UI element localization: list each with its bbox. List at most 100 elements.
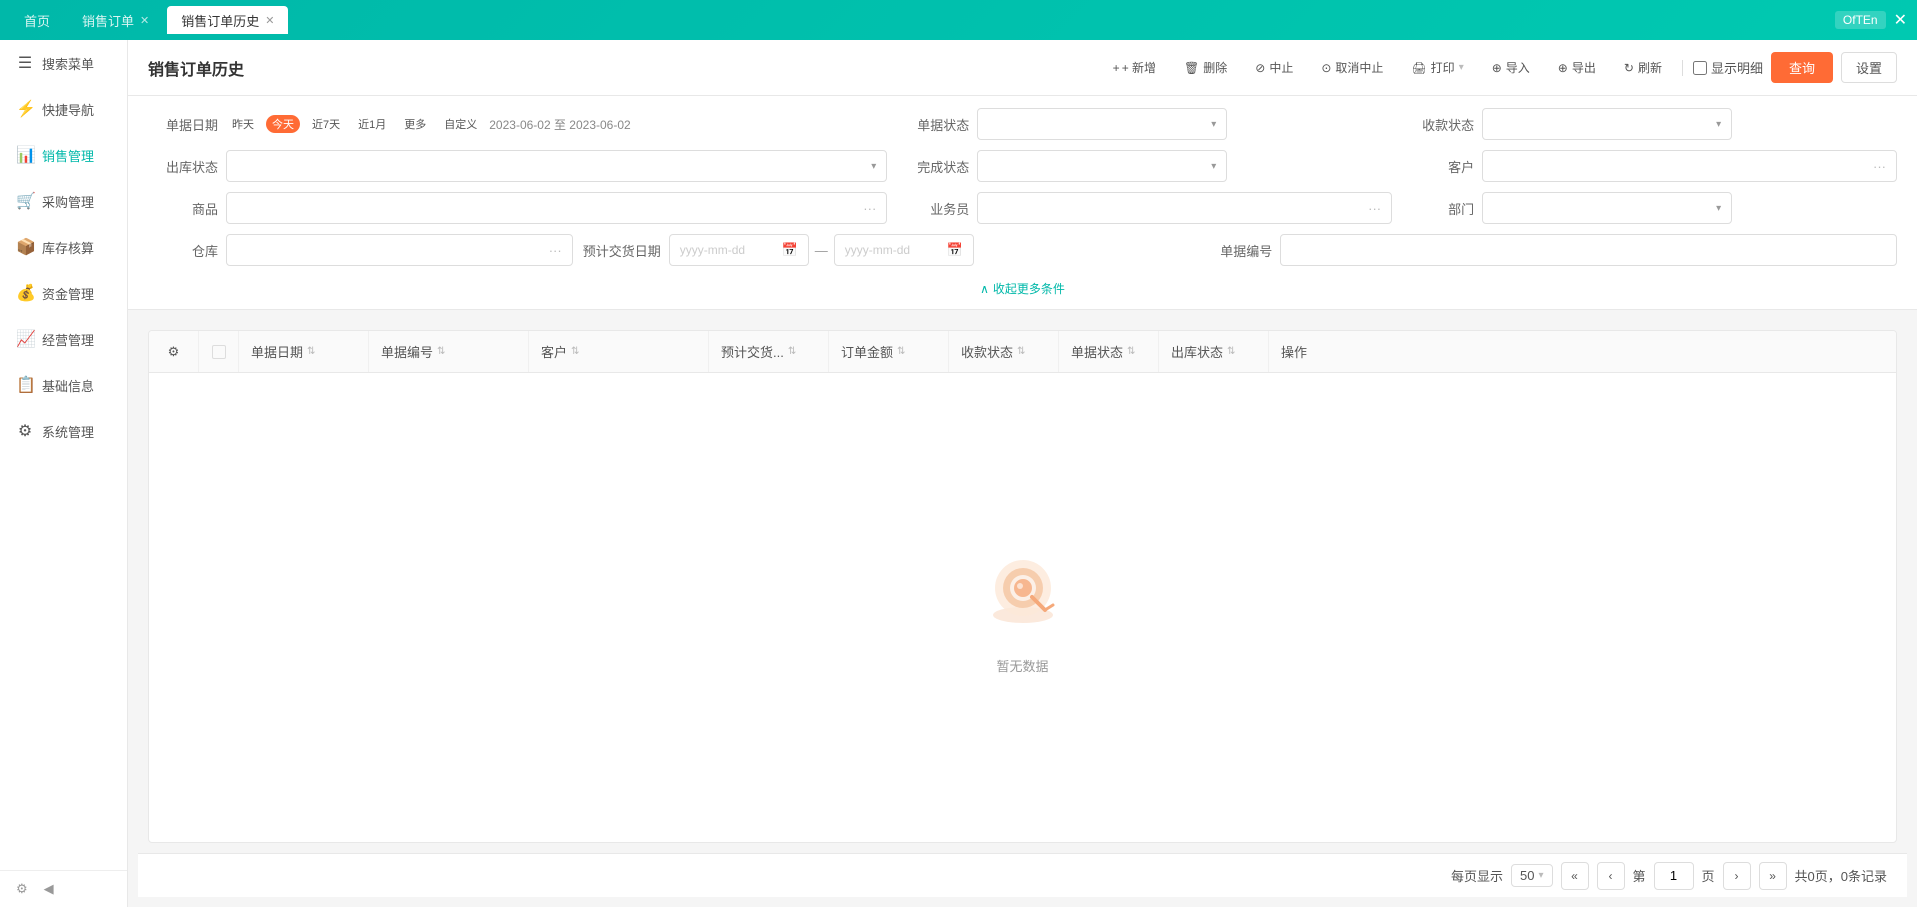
sidebar-item-search[interactable]: ☰ 搜索菜单 (0, 40, 127, 86)
tab-sales-order[interactable]: 销售订单 ✕ (68, 6, 163, 34)
page-unit: 页 (1702, 866, 1715, 885)
product-input[interactable]: ··· (226, 192, 887, 224)
sidebar-settings-icon[interactable]: ⚙ (16, 881, 28, 897)
date-today[interactable]: 今天 (266, 115, 300, 133)
dept-select[interactable]: ▾ (1482, 192, 1732, 224)
last-page-button[interactable]: » (1759, 862, 1787, 890)
top-bar-right: OfTEn ✕ (1835, 10, 1907, 30)
receipt-status-label: 收款状态 (1404, 115, 1474, 134)
th-bill-status: 单据状态 ⇅ (1059, 331, 1159, 372)
receipt-status-select[interactable]: ▾ (1482, 108, 1732, 140)
salesman-input[interactable]: ··· (977, 192, 1392, 224)
tab-home[interactable]: 首页 (10, 6, 64, 34)
sort-date-icon[interactable]: ⇅ (307, 346, 315, 357)
show-detail-checkbox[interactable] (1693, 61, 1707, 75)
sort-delivery-icon[interactable]: ⇅ (788, 346, 796, 357)
sidebar-item-purchase[interactable]: 🛒 采购管理 (0, 178, 127, 224)
prev-page-button[interactable]: ‹ (1597, 862, 1625, 890)
date-range-text: 2023-06-02 至 2023-06-02 (489, 116, 630, 133)
sidebar-item-quick-nav[interactable]: ⚡ 快捷导航 (0, 86, 127, 132)
window-close-icon[interactable]: ✕ (1894, 10, 1907, 30)
table-checkbox-all[interactable] (199, 331, 239, 372)
page-size-select[interactable]: 50 ▾ (1511, 864, 1553, 887)
purchase-icon: 🛒 (16, 191, 34, 211)
sort-customer-icon[interactable]: ⇅ (571, 346, 579, 357)
order-no-label: 单据编号 (1202, 241, 1272, 260)
date-options: 昨天 今天 近7天 近1月 更多 自定义 2023-06-02 至 2023-0… (226, 115, 887, 133)
settings-button[interactable]: 设置 (1841, 52, 1897, 83)
customer-input[interactable]: ··· (1482, 150, 1897, 182)
date-yesterday[interactable]: 昨天 (226, 115, 260, 133)
add-icon: + (1113, 61, 1120, 75)
page-number-input[interactable] (1654, 862, 1694, 890)
stock-status-select[interactable]: ▾ (226, 150, 887, 182)
stop-button[interactable]: ⊘ 中止 (1245, 54, 1303, 81)
new-button[interactable]: + + 新增 (1103, 54, 1166, 81)
sidebar-item-finance[interactable]: 💰 资金管理 (0, 270, 127, 316)
date-7days[interactable]: 近7天 (306, 115, 346, 133)
date-more[interactable]: 更多 (398, 115, 432, 133)
delete-icon: 🗑 (1184, 61, 1199, 75)
stock-status-label: 出库状态 (148, 157, 218, 176)
date-separator: — (815, 243, 828, 258)
sidebar-item-system[interactable]: ⚙ 系统管理 (0, 408, 127, 454)
warehouse-input[interactable]: ··· (226, 234, 573, 266)
print-button[interactable]: 🖨 打印 ▾ (1401, 54, 1473, 81)
dept-chevron: ▾ (1716, 203, 1721, 214)
filter-area: 单据日期 昨天 今天 近7天 近1月 更多 自定义 2023-06-02 至 2… (128, 96, 1917, 310)
import-icon: ⊕ (1492, 61, 1502, 75)
collapse-button[interactable]: ∧ 收起更多条件 (980, 280, 1065, 297)
bill-status-label: 单据状态 (899, 115, 969, 134)
sort-amount-icon[interactable]: ⇅ (897, 346, 905, 357)
delivery-date-start[interactable]: yyyy-mm-dd 📅 (669, 234, 809, 266)
sidebar-item-basic-info[interactable]: 📋 基础信息 (0, 362, 127, 408)
first-page-button[interactable]: « (1561, 862, 1589, 890)
search-menu-icon: ☰ (16, 53, 34, 73)
inventory-icon: 📦 (16, 237, 34, 257)
complete-chevron: ▾ (1211, 161, 1216, 172)
show-detail-checkbox-label[interactable]: 显示明细 (1693, 58, 1763, 77)
sort-no-icon[interactable]: ⇅ (437, 346, 445, 357)
product-cell: 商品 ··· (148, 192, 887, 224)
next-page-button[interactable]: › (1723, 862, 1751, 890)
sidebar-item-sales[interactable]: 📊 销售管理 (0, 132, 127, 178)
sidebar-item-inventory[interactable]: 📦 库存核算 (0, 224, 127, 270)
salesman-cell: 业务员 ··· (899, 192, 1392, 224)
sidebar-collapse-icon[interactable]: ◀ (44, 881, 54, 897)
bill-status-select[interactable]: ▾ (977, 108, 1227, 140)
sort-stock-icon[interactable]: ⇅ (1227, 346, 1235, 357)
receipt-status-chevron: ▾ (1716, 119, 1721, 130)
th-action: 操作 (1269, 331, 1896, 372)
query-button[interactable]: 查询 (1771, 52, 1833, 83)
delivery-date-end[interactable]: yyyy-mm-dd 📅 (834, 234, 974, 266)
export-button[interactable]: ⊕ 导出 (1548, 54, 1606, 81)
cancel-stop-button[interactable]: ⊙ 取消中止 (1311, 54, 1393, 81)
import-button[interactable]: ⊕ 导入 (1482, 54, 1540, 81)
export-icon: ⊕ (1558, 61, 1568, 75)
order-no-input[interactable] (1280, 234, 1897, 266)
sales-icon: 📊 (16, 145, 34, 165)
complete-status-label: 完成状态 (899, 157, 969, 176)
tab-sales-order-history[interactable]: 销售订单历史 ✕ (167, 6, 288, 34)
delete-button[interactable]: 🗑 删除 (1174, 54, 1237, 81)
sort-receipt-icon[interactable]: ⇅ (1017, 346, 1025, 357)
product-label: 商品 (148, 199, 218, 218)
table-settings-icon[interactable]: ⚙ (149, 331, 199, 372)
tab-sales-order-history-close[interactable]: ✕ (265, 14, 274, 27)
dept-label: 部门 (1404, 199, 1474, 218)
date-custom[interactable]: 自定义 (438, 115, 483, 133)
date-1month[interactable]: 近1月 (352, 115, 392, 133)
pagination-bar: 每页显示 50 ▾ « ‹ 第 页 › » (138, 853, 1907, 897)
th-order-no: 单据编号 ⇅ (369, 331, 529, 372)
sidebar-bottom: ⚙ ◀ (0, 870, 127, 907)
select-all-checkbox[interactable] (212, 345, 226, 359)
empty-icon (973, 540, 1073, 640)
tab-sales-order-close[interactable]: ✕ (140, 14, 149, 27)
page-label: 第 (1633, 866, 1646, 885)
refresh-button[interactable]: ↻ 刷新 (1614, 54, 1672, 81)
sort-status-icon[interactable]: ⇅ (1127, 346, 1135, 357)
warehouse-dots: ··· (549, 243, 562, 258)
complete-status-select[interactable]: ▾ (977, 150, 1227, 182)
sidebar-item-operations[interactable]: 📈 经营管理 (0, 316, 127, 362)
data-table: ⚙ 单据日期 ⇅ 单据编号 ⇅ 客户 ⇅ (148, 330, 1897, 843)
